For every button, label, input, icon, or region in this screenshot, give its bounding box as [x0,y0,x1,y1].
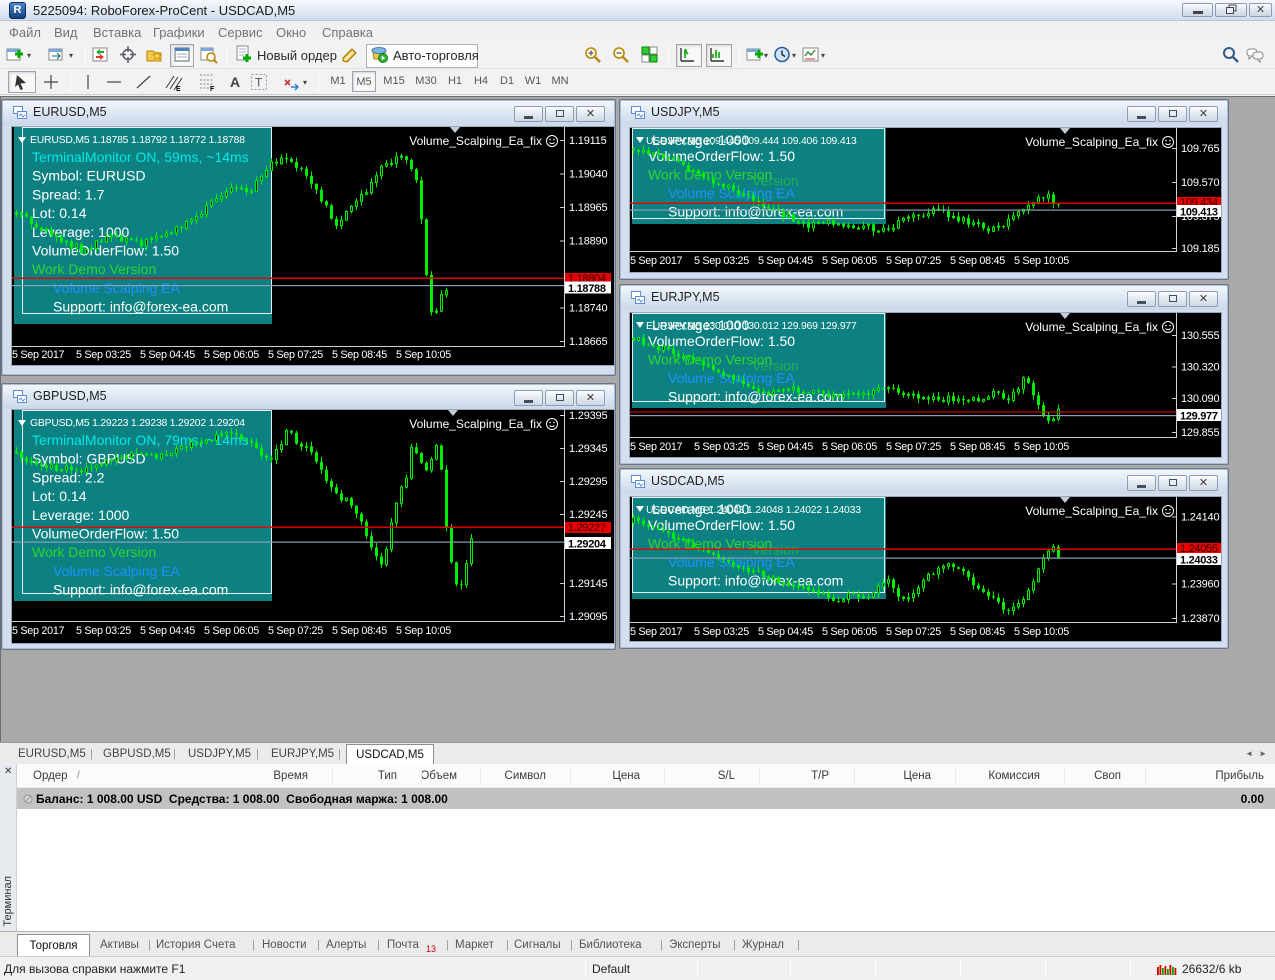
svg-text:1.29395: 1.29395 [569,410,607,422]
svg-text:5 Sep 08:45: 5 Sep 08:45 [950,626,1005,638]
svg-text:Support: info@forex-ea.com: Support: info@forex-ea.com [53,299,228,315]
svg-text:TerminalMonitor ON, 59ms, ~14m: TerminalMonitor ON, 59ms, ~14ms [32,149,249,165]
svg-text:1.18665: 1.18665 [569,336,607,348]
svg-text:1.24140: 1.24140 [1181,512,1219,524]
svg-text:F: F [210,86,215,92]
svg-text:GBPUSD,M5 1.29223 1.29238 1.2: GBPUSD,M5 1.29223 1.29238 1.29202 1.2920… [30,418,245,429]
svg-text:5 Sep 10:05: 5 Sep 10:05 [1014,626,1069,638]
svg-text:5 Sep 03:25: 5 Sep 03:25 [76,349,131,361]
svg-text:Spread: 1.7: Spread: 1.7 [32,186,105,202]
svg-text:1.29345: 1.29345 [569,443,607,455]
svg-text:109.185: 109.185 [1181,243,1219,255]
svg-text:5 Sep 2017: 5 Sep 2017 [12,349,65,361]
svg-text:1.18890: 1.18890 [569,236,607,248]
svg-text:1.24033: 1.24033 [1180,555,1218,567]
svg-text:109.570: 109.570 [1181,177,1219,189]
svg-text:5 Sep 04:45: 5 Sep 04:45 [140,625,195,637]
svg-text:Support: info@forex-ea.com: Support: info@forex-ea.com [668,573,843,589]
svg-text:5 Sep 06:05: 5 Sep 06:05 [204,625,259,637]
svg-text:VolumeOrderFlow: 1.50: VolumeOrderFlow: 1.50 [32,526,179,542]
svg-text:5 Sep 04:45: 5 Sep 04:45 [758,441,813,453]
svg-text:5 Sep 04:45: 5 Sep 04:45 [758,626,813,638]
svg-text:5 Sep 03:25: 5 Sep 03:25 [76,625,131,637]
svg-text:VolumeOrderFlow: 1.50: VolumeOrderFlow: 1.50 [32,243,179,259]
svg-text:Leverage: 1000: Leverage: 1000 [32,507,130,523]
svg-text:5 Sep 03:25: 5 Sep 03:25 [694,626,749,638]
svg-text:Version: Version [752,358,799,374]
svg-text:5 Sep 2017: 5 Sep 2017 [630,441,683,453]
svg-text:5 Sep 08:45: 5 Sep 08:45 [950,255,1005,267]
svg-text:1.29227: 1.29227 [568,522,606,534]
svg-text:USDCAD,M5 1.24043 1.24048 1.2: USDCAD,M5 1.24043 1.24048 1.24022 1.2403… [646,505,861,516]
svg-text:129.855: 129.855 [1181,427,1219,439]
svg-text:5 Sep 08:45: 5 Sep 08:45 [950,441,1005,453]
svg-text:1.18788: 1.18788 [568,283,606,295]
svg-text:5 Sep 07:25: 5 Sep 07:25 [886,441,941,453]
svg-text:Work Demo Version: Work Demo Version [32,544,156,560]
svg-text:5 Sep 10:05: 5 Sep 10:05 [396,349,451,361]
svg-text:130.320: 130.320 [1181,362,1219,374]
svg-text:1.19115: 1.19115 [569,135,607,147]
svg-text:Symbol: GBPUSD: Symbol: GBPUSD [32,451,146,467]
svg-text:5 Sep 08:45: 5 Sep 08:45 [332,349,387,361]
svg-text:Volume Scalping EA: Volume Scalping EA [53,563,181,579]
svg-text:5 Sep 04:45: 5 Sep 04:45 [758,255,813,267]
svg-text:VolumeOrderFlow: 1.50: VolumeOrderFlow: 1.50 [648,517,795,533]
svg-text:Volume_Scalping_Ea_fix: Volume_Scalping_Ea_fix [1025,135,1158,149]
svg-text:130.090: 130.090 [1181,393,1219,405]
svg-text:5 Sep 06:05: 5 Sep 06:05 [822,441,877,453]
svg-text:5 Sep 2017: 5 Sep 2017 [630,255,683,267]
svg-text:Support: info@forex-ea.com: Support: info@forex-ea.com [668,204,843,220]
svg-text:5 Sep 03:25: 5 Sep 03:25 [694,441,749,453]
svg-text:1.29295: 1.29295 [569,476,607,488]
svg-text:1.19040: 1.19040 [569,169,607,181]
svg-text:5 Sep 2017: 5 Sep 2017 [630,626,683,638]
svg-text:5 Sep 07:25: 5 Sep 07:25 [268,349,323,361]
svg-text:129.977: 129.977 [1180,411,1218,423]
svg-text:5 Sep 07:25: 5 Sep 07:25 [886,626,941,638]
svg-text:1.23870: 1.23870 [1181,613,1219,625]
svg-text:1.29145: 1.29145 [569,578,607,590]
svg-text:1.18965: 1.18965 [569,202,607,214]
svg-text:109.765: 109.765 [1181,143,1219,155]
svg-text:5 Sep 06:05: 5 Sep 06:05 [822,626,877,638]
svg-text:1.29204: 1.29204 [568,539,607,551]
svg-text:Volume_Scalping_Ea_fix: Volume_Scalping_Ea_fix [1025,320,1158,334]
svg-text:5 Sep 08:45: 5 Sep 08:45 [332,625,387,637]
svg-text:Work Demo Version: Work Demo Version [32,261,156,277]
svg-text:5 Sep 10:05: 5 Sep 10:05 [396,625,451,637]
svg-text:5 Sep 07:25: 5 Sep 07:25 [268,625,323,637]
svg-text:USDJPY,M5 109.445 109.444 109: USDJPY,M5 109.445 109.444 109.406 109.41… [646,136,857,147]
svg-text:VolumeOrderFlow: 1.50: VolumeOrderFlow: 1.50 [648,333,795,349]
svg-text:Symbol: EURUSD: Symbol: EURUSD [32,168,146,184]
svg-text:5 Sep 07:25: 5 Sep 07:25 [886,255,941,267]
svg-text:T: T [255,76,263,90]
svg-text:VolumeOrderFlow: 1.50: VolumeOrderFlow: 1.50 [648,148,795,164]
svg-text:1.29095: 1.29095 [569,611,607,623]
svg-text:EURUSD,M5 1.18785 1.18792 1.1: EURUSD,M5 1.18785 1.18792 1.18772 1.1878… [30,135,245,146]
svg-text:Support: info@forex-ea.com: Support: info@forex-ea.com [53,582,228,598]
svg-text:1.29245: 1.29245 [569,509,607,521]
svg-text:Volume Scalping EA: Volume Scalping EA [53,280,181,296]
svg-text:5 Sep 06:05: 5 Sep 06:05 [822,255,877,267]
svg-text:5 Sep 10:05: 5 Sep 10:05 [1014,441,1069,453]
svg-text:1.18740: 1.18740 [569,303,607,315]
svg-text:Spread: 2.2: Spread: 2.2 [32,469,105,485]
svg-text:EURJPY,M5 130.010 130.012 129: EURJPY,M5 130.010 130.012 129.969 129.97… [646,321,857,332]
svg-text:Lot: 0.14: Lot: 0.14 [32,205,87,221]
svg-text:Version: Version [752,173,799,189]
svg-text:109.413: 109.413 [1180,207,1218,219]
svg-text:5 Sep 2017: 5 Sep 2017 [12,625,65,637]
svg-text:Lot: 0.14: Lot: 0.14 [32,488,87,504]
svg-text:5 Sep 06:05: 5 Sep 06:05 [204,349,259,361]
svg-text:E: E [176,86,181,92]
svg-text:5 Sep 04:45: 5 Sep 04:45 [140,349,195,361]
svg-text:1.23960: 1.23960 [1181,579,1219,591]
svg-text:Volume_Scalping_Ea_fix: Volume_Scalping_Ea_fix [409,134,542,148]
svg-text:5 Sep 03:25: 5 Sep 03:25 [694,255,749,267]
svg-text:5 Sep 10:05: 5 Sep 10:05 [1014,255,1069,267]
svg-text:Volume_Scalping_Ea_fix: Volume_Scalping_Ea_fix [1025,504,1158,518]
svg-text:130.555: 130.555 [1181,330,1219,342]
svg-text:Volume_Scalping_Ea_fix: Volume_Scalping_Ea_fix [409,417,542,431]
